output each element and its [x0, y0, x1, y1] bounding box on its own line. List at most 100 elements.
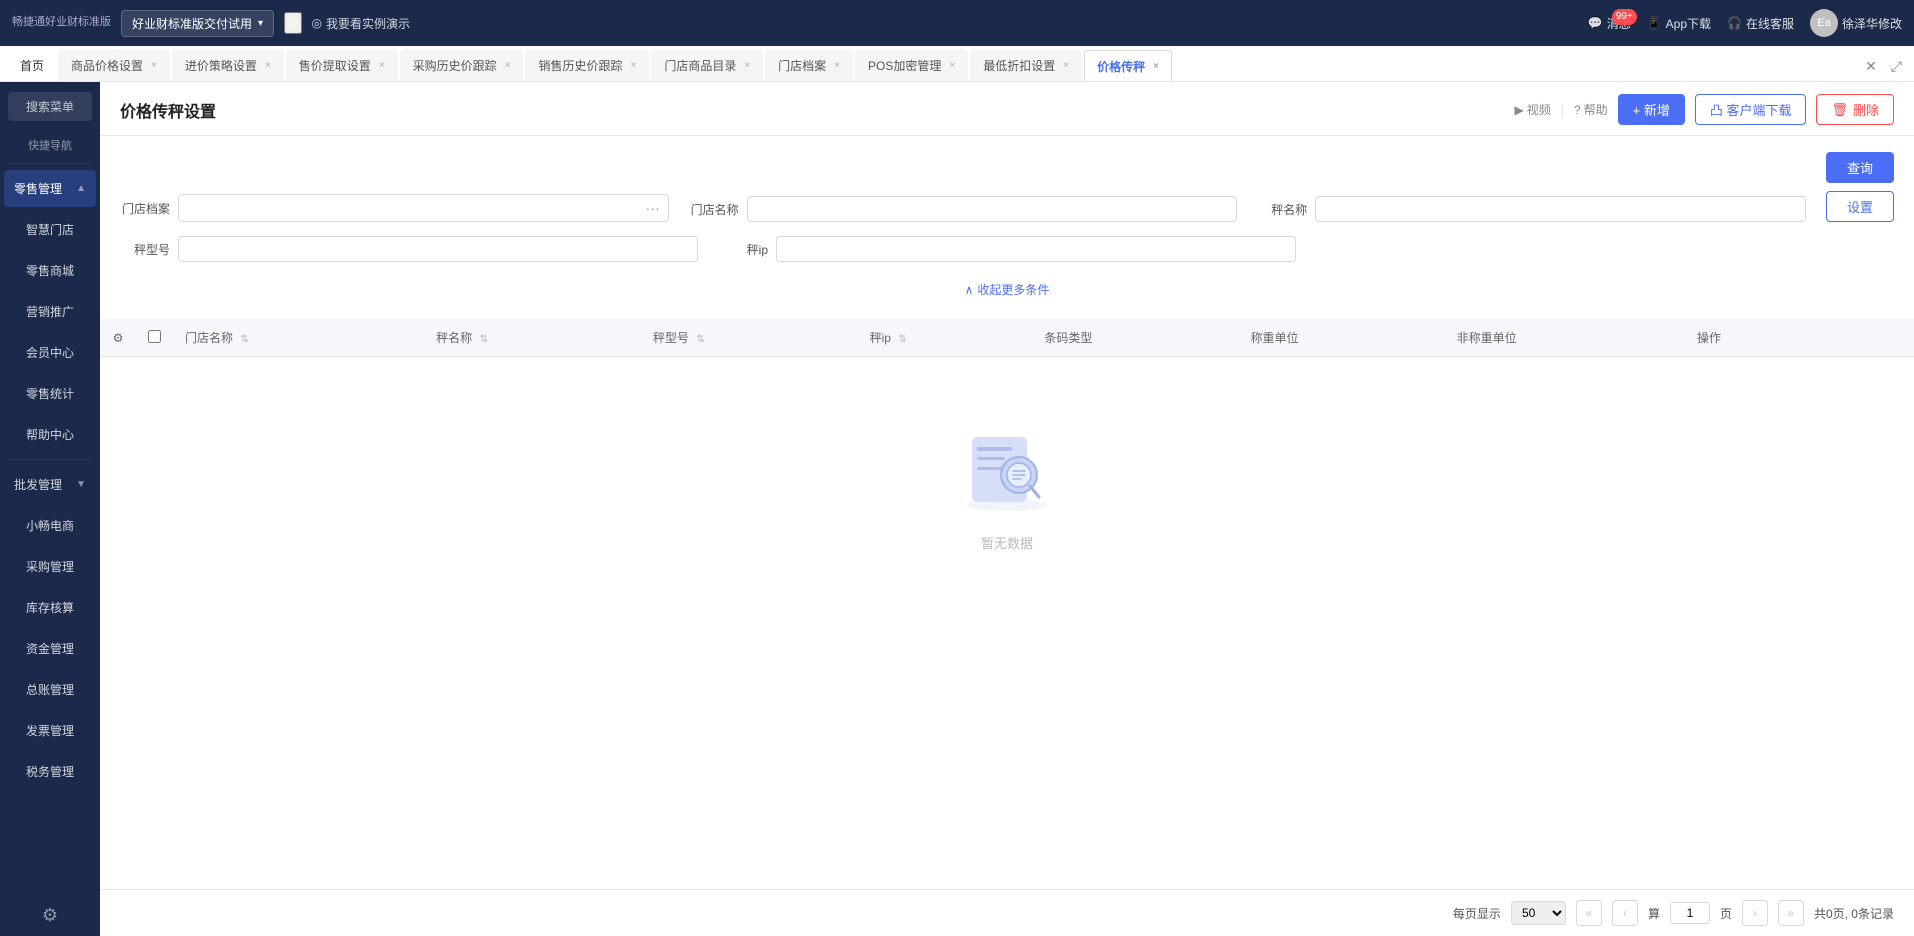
sidebar-item-purchase-mgmt[interactable]: 采购管理: [4, 548, 96, 585]
sidebar-divider: [8, 163, 92, 164]
page-label: 算: [1648, 905, 1660, 922]
delete-icon: 🗑: [1831, 102, 1848, 118]
close-icon[interactable]: ×: [744, 60, 750, 71]
tab-store-archive[interactable]: 门店档案 ×: [765, 49, 853, 81]
th-scale-name: 秤名称 ⇅: [424, 319, 641, 357]
scale-model-input[interactable]: [178, 236, 698, 262]
search-button[interactable]: 查询: [1826, 152, 1894, 183]
user-menu-button[interactable]: Ea 徐泽华修改: [1810, 9, 1902, 37]
close-icon[interactable]: ×: [265, 60, 271, 71]
tab-store-catalog[interactable]: 门店商品目录 ×: [651, 49, 763, 81]
search-form: 门店档案 ··· 门店名称 秤名称 查询 设置: [100, 136, 1914, 319]
chevron-up-icon: ∧: [965, 283, 974, 297]
settings-form-button[interactable]: 设置: [1826, 191, 1894, 222]
close-icon[interactable]: ×: [1153, 61, 1159, 72]
demo-button[interactable]: ◎ 我要看实例演示: [312, 15, 411, 32]
scale-name-input[interactable]: [1315, 196, 1806, 222]
close-icon[interactable]: ×: [379, 60, 385, 71]
scale-ip-input[interactable]: [776, 236, 1296, 262]
store-archive-dots-button[interactable]: ···: [638, 195, 668, 221]
avatar: Ea: [1810, 9, 1838, 37]
sidebar-item-inventory[interactable]: 库存核算: [4, 589, 96, 626]
sidebar-search-area: 搜索菜单: [0, 82, 100, 131]
tab-min-discount[interactable]: 最低折扣设置 ×: [970, 49, 1082, 81]
sidebar-item-small-ecom[interactable]: 小畅电商: [4, 507, 96, 544]
sidebar-item-wholesale-mgmt[interactable]: 批发管理 ▼: [4, 466, 96, 503]
collapse-conditions-button[interactable]: ∧ 收起更多条件: [965, 276, 1050, 303]
tab-purchase-strategy[interactable]: 进价策略设置 ×: [172, 49, 284, 81]
tab-price-settings[interactable]: 商品价格设置 ×: [58, 49, 170, 81]
sidebar-item-general-ledger[interactable]: 总账管理: [4, 671, 96, 708]
question-icon: ?: [1574, 103, 1581, 117]
help-link[interactable]: ? 帮助: [1574, 101, 1608, 118]
table-header-row: ⚙ 门店名称 ⇅ 秤名称 ⇅ 秤型号: [100, 319, 1914, 357]
total-info: 共0页, 0条记录: [1814, 905, 1894, 922]
sort-icon[interactable]: ⇅: [898, 334, 906, 345]
main-layout: 搜索菜单 快捷导航 零售管理 ▲ 智慧门店 零售商城 营销推广 会员中心 零售统…: [0, 82, 1914, 936]
tab-sales-history[interactable]: 销售历史价跟踪 ×: [525, 49, 649, 81]
tab-bar: 首页 商品价格设置 × 进价策略设置 × 售价提取设置 × 采购历史价跟踪 × …: [0, 46, 1914, 82]
store-name-input[interactable]: [747, 196, 1238, 222]
close-icon[interactable]: ×: [1063, 60, 1069, 71]
sidebar-item-invoice-mgmt[interactable]: 发票管理: [4, 712, 96, 749]
add-button[interactable]: + 新增: [1618, 94, 1685, 125]
pagination-bar: 每页显示 50 20 100 « ‹ 算 页 › » 共0页, 0条记录: [100, 889, 1914, 936]
messages-button[interactable]: 💬 消息 99+: [1588, 15, 1631, 32]
video-help-link[interactable]: ▶ 视频: [1515, 101, 1551, 118]
page-number-input[interactable]: [1670, 902, 1710, 924]
download-client-button[interactable]: 凸 客户端下载: [1695, 94, 1807, 125]
sidebar-item-tax-mgmt[interactable]: 税务管理: [4, 753, 96, 790]
tab-purchase-history[interactable]: 采购历史价跟踪 ×: [400, 49, 524, 81]
first-page-button[interactable]: «: [1576, 900, 1602, 926]
close-icon[interactable]: ×: [949, 60, 955, 71]
sidebar-item-capital-mgmt[interactable]: 资金管理: [4, 630, 96, 667]
data-table: ⚙ 门店名称 ⇅ 秤名称 ⇅ 秤型号: [100, 319, 1914, 612]
select-all-checkbox[interactable]: [148, 330, 161, 343]
close-icon[interactable]: ×: [505, 60, 511, 71]
close-icon[interactable]: ×: [834, 60, 840, 71]
store-archive-input[interactable]: [179, 195, 638, 221]
th-settings[interactable]: ⚙: [100, 319, 136, 357]
version-selector[interactable]: 好业财标准版交付试用 ▾: [121, 10, 274, 37]
sidebar-item-retail-mall[interactable]: 零售商城: [4, 252, 96, 289]
tab-sell-pickup[interactable]: 售价提取设置 ×: [286, 49, 398, 81]
search-menu-button[interactable]: 搜索菜单: [8, 92, 92, 121]
form-row-2: 秤型号 秤ip: [120, 236, 1894, 262]
settings-icon[interactable]: ⚙: [0, 895, 100, 936]
sidebar-divider-2: [8, 459, 92, 460]
sort-icon[interactable]: ⇅: [696, 334, 704, 345]
sidebar-item-help-center[interactable]: 帮助中心: [4, 416, 96, 453]
messages-badge: 99+: [1612, 9, 1637, 25]
tab-home[interactable]: 首页: [8, 49, 56, 81]
tab-pos-management[interactable]: POS加密管理 ×: [855, 49, 968, 81]
sidebar-item-smart-store[interactable]: 智慧门店: [4, 211, 96, 248]
tab-price-transfer[interactable]: 价格传秤 ×: [1084, 50, 1172, 82]
empty-state: 暂无数据: [100, 357, 1914, 612]
next-page-button[interactable]: ›: [1742, 900, 1768, 926]
close-icon[interactable]: ×: [630, 60, 636, 71]
close-icon[interactable]: ×: [151, 60, 157, 71]
sidebar-item-member-center[interactable]: 会员中心: [4, 334, 96, 371]
prev-page-button[interactable]: ‹: [1612, 900, 1638, 926]
page-header: 价格传秤设置 ▶ 视频 | ? 帮助 + 新增 凸 客户端下载 🗑: [100, 82, 1914, 136]
sidebar-quick-nav[interactable]: 快捷导航: [0, 131, 100, 159]
th-checkbox[interactable]: [136, 319, 173, 357]
th-barcode-type: 条码类型: [1032, 319, 1238, 357]
sort-icon[interactable]: ⇅: [479, 334, 487, 345]
sidebar-item-retail-mgmt[interactable]: 零售管理 ▲: [4, 170, 96, 207]
sidebar-item-retail-stats[interactable]: 零售统计: [4, 375, 96, 412]
expand-tabs-button[interactable]: ⤢: [1887, 56, 1906, 77]
last-page-button[interactable]: »: [1778, 900, 1804, 926]
page-size-select[interactable]: 50 20 100: [1511, 901, 1566, 925]
close-tab-button[interactable]: ✕: [1861, 56, 1881, 77]
online-service-button[interactable]: 🎧 在线客服: [1727, 15, 1794, 32]
sort-icon[interactable]: ⇅: [240, 334, 248, 345]
store-archive-group: 门店档案 ···: [120, 194, 669, 222]
version-settings-icon[interactable]: ⚙: [284, 12, 301, 34]
app-download-button[interactable]: 📱 App下载: [1647, 15, 1711, 32]
scale-model-label: 秤型号: [120, 241, 170, 258]
app-logo: 畅捷通好业财标准版: [12, 16, 111, 29]
chevron-down-icon: ▼: [76, 479, 86, 490]
delete-button[interactable]: 🗑 删除: [1816, 94, 1894, 125]
sidebar-item-marketing[interactable]: 营销推广: [4, 293, 96, 330]
